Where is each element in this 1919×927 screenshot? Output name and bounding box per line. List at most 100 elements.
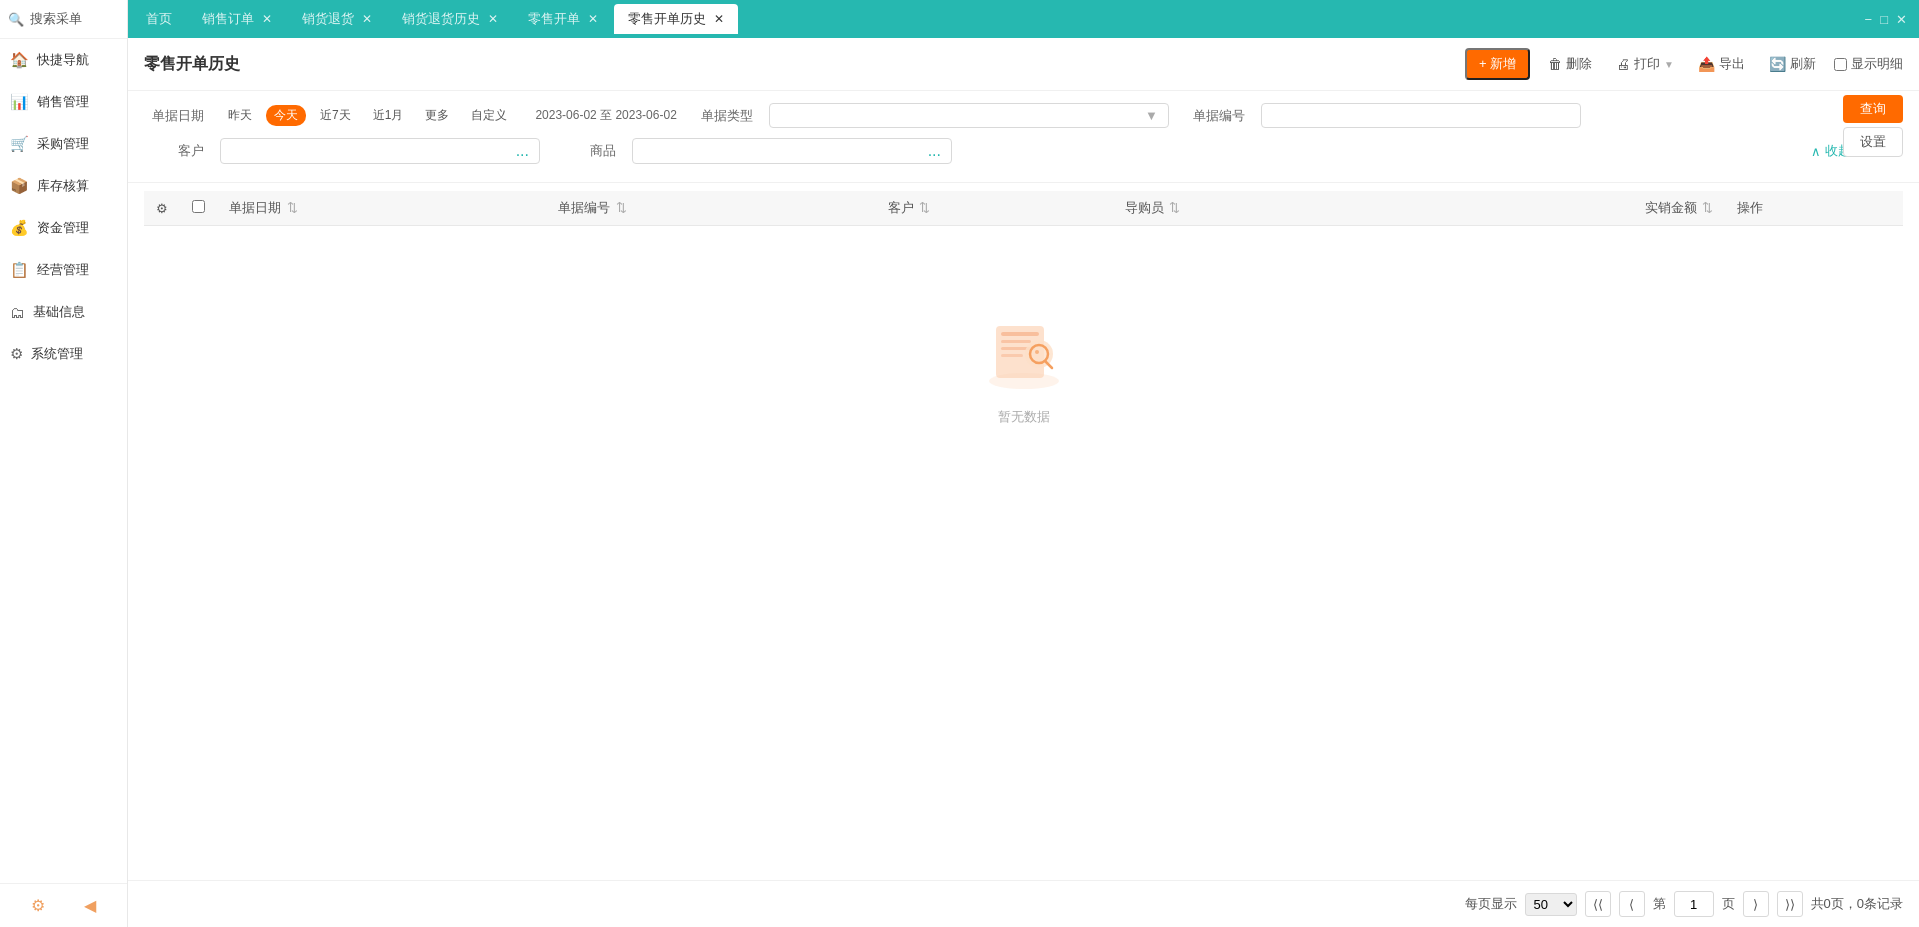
money-icon: 💰 bbox=[10, 219, 29, 237]
collapse-sidebar-icon[interactable]: ◀ bbox=[84, 896, 96, 915]
sidebar-item-system[interactable]: ⚙ 系统管理 bbox=[0, 333, 127, 375]
sidebar-search[interactable]: 🔍 搜索采单 bbox=[0, 0, 127, 39]
delete-icon: 🗑 bbox=[1548, 56, 1562, 72]
collapse-arrow-icon: ∧ bbox=[1811, 144, 1821, 159]
date-options: 昨天 今天 近7天 近1月 更多 自定义 bbox=[220, 105, 515, 126]
sidebar-item-inventory[interactable]: 📦 库存核算 bbox=[0, 165, 127, 207]
doc-number-input-wrap bbox=[1261, 103, 1581, 128]
date-option-more[interactable]: 更多 bbox=[417, 105, 457, 126]
tab-bar: 首页 销售订单 ✕ 销货退货 ✕ 销货退货历史 ✕ 零售开单 ✕ 零售开单历史 … bbox=[128, 0, 1919, 38]
tab-retail-open-history[interactable]: 零售开单历史 ✕ bbox=[614, 4, 738, 34]
total-info: 共0页，0条记录 bbox=[1811, 895, 1903, 913]
print-icon: 🖨 bbox=[1616, 56, 1630, 72]
print-button[interactable]: 🖨 打印 ▼ bbox=[1610, 51, 1680, 77]
window-restore-icon[interactable]: □ bbox=[1880, 12, 1888, 27]
tab-sales-return[interactable]: 销货退货 ✕ bbox=[288, 4, 386, 34]
search-icon: 🔍 bbox=[8, 12, 24, 27]
doc-type-arrow-icon: ▼ bbox=[1145, 108, 1158, 123]
goods-label: 商品 bbox=[556, 142, 616, 160]
goods-input[interactable] bbox=[643, 144, 928, 159]
current-page-input[interactable] bbox=[1674, 891, 1714, 917]
show-detail-checkbox[interactable]: 显示明细 bbox=[1834, 55, 1903, 73]
svg-rect-5 bbox=[1001, 354, 1023, 357]
doc-number-input[interactable] bbox=[1272, 108, 1570, 123]
first-page-btn[interactable]: ⟨⟨ bbox=[1585, 891, 1611, 917]
table-cb-col bbox=[180, 191, 217, 226]
tab-retail-open-close[interactable]: ✕ bbox=[588, 12, 598, 26]
toolbar: + 新增 🗑 删除 🖨 打印 ▼ 📤 导出 🔄 刷新 bbox=[1465, 48, 1903, 80]
filter-area: 单据日期 昨天 今天 近7天 近1月 更多 自定义 2023-06-02 至 2… bbox=[128, 91, 1919, 183]
query-button[interactable]: 查询 bbox=[1843, 95, 1903, 123]
window-close-icon[interactable]: ✕ bbox=[1896, 12, 1907, 27]
box-icon: 📦 bbox=[10, 177, 29, 195]
sidebar-item-quick-nav[interactable]: 🏠 快捷导航 bbox=[0, 39, 127, 81]
sidebar-search-label: 搜索采单 bbox=[30, 10, 82, 28]
date-option-custom[interactable]: 自定义 bbox=[463, 105, 515, 126]
empty-text: 暂无数据 bbox=[998, 408, 1050, 426]
page-label-before: 第 bbox=[1653, 895, 1666, 913]
doc-type-dropdown[interactable]: ▼ bbox=[769, 103, 1169, 128]
customer-input[interactable] bbox=[231, 144, 516, 159]
next-page-btn[interactable]: ⟩ bbox=[1743, 891, 1769, 917]
goods-ellipsis-btn[interactable]: ... bbox=[928, 143, 941, 159]
pagination: 每页显示 50 10 20 100 ⟨⟨ ⟨ 第 页 ⟩ ⟩⟩ 共0页，0条记录 bbox=[128, 880, 1919, 927]
filter-row-1: 单据日期 昨天 今天 近7天 近1月 更多 自定义 2023-06-02 至 2… bbox=[144, 103, 1903, 128]
sidebar-item-sales-mgmt[interactable]: 📊 销售管理 bbox=[0, 81, 127, 123]
date-option-today[interactable]: 今天 bbox=[266, 105, 306, 126]
date-option-yesterday[interactable]: 昨天 bbox=[220, 105, 260, 126]
delete-button[interactable]: 🗑 删除 bbox=[1542, 51, 1598, 77]
chart-icon: 📊 bbox=[10, 93, 29, 111]
col-amount[interactable]: 实销金额 ⇅ bbox=[1396, 191, 1725, 226]
tab-sales-order[interactable]: 销售订单 ✕ bbox=[188, 4, 286, 34]
last-page-btn[interactable]: ⟩⟩ bbox=[1777, 891, 1803, 917]
settings-bottom-icon[interactable]: ⚙ bbox=[31, 896, 45, 915]
export-label: 导出 bbox=[1719, 55, 1745, 73]
empty-illustration bbox=[974, 306, 1074, 396]
select-all-checkbox[interactable] bbox=[192, 200, 205, 213]
sidebar-item-purchase-mgmt[interactable]: 🛒 采购管理 bbox=[0, 123, 127, 165]
col-number[interactable]: 单据编号 ⇅ bbox=[546, 191, 875, 226]
delete-label: 删除 bbox=[1566, 55, 1592, 73]
date-option-1month[interactable]: 近1月 bbox=[365, 105, 412, 126]
sidebar-item-label: 基础信息 bbox=[33, 303, 85, 321]
tab-retail-open[interactable]: 零售开单 ✕ bbox=[514, 4, 612, 34]
export-icon: 📤 bbox=[1698, 56, 1715, 72]
settings-button[interactable]: 设置 bbox=[1843, 127, 1903, 157]
table-head: ⚙ 单据日期 ⇅ 单据编号 ⇅ 客户 bbox=[144, 191, 1903, 226]
prev-page-btn[interactable]: ⟨ bbox=[1619, 891, 1645, 917]
sidebar-bottom: ⚙ ◀ bbox=[0, 883, 127, 927]
col-date[interactable]: 单据日期 ⇅ bbox=[217, 191, 546, 226]
col-guide[interactable]: 导购员 ⇅ bbox=[1113, 191, 1396, 226]
window-minimize-icon[interactable]: − bbox=[1865, 12, 1873, 27]
customer-ellipsis-btn[interactable]: ... bbox=[516, 143, 529, 159]
sidebar-item-operations[interactable]: 📋 经营管理 bbox=[0, 249, 127, 291]
svg-rect-2 bbox=[1001, 332, 1039, 336]
table-settings-col[interactable]: ⚙ bbox=[144, 191, 180, 226]
date-filter-label: 单据日期 bbox=[144, 107, 204, 125]
filter-row-2: 客户 ... 商品 ... ∧ 收起更多条件 bbox=[144, 138, 1903, 164]
tab-home[interactable]: 首页 bbox=[132, 4, 186, 34]
tab-sales-return-close[interactable]: ✕ bbox=[362, 12, 372, 26]
customer-input-wrap: ... bbox=[220, 138, 540, 164]
sidebar-item-finance[interactable]: 💰 资金管理 bbox=[0, 207, 127, 249]
svg-rect-3 bbox=[1001, 340, 1031, 343]
goods-input-wrap: ... bbox=[632, 138, 952, 164]
show-detail-label: 显示明细 bbox=[1851, 55, 1903, 73]
new-button[interactable]: + 新增 bbox=[1465, 48, 1530, 80]
tab-retail-open-label: 零售开单 bbox=[528, 10, 580, 28]
show-detail-input[interactable] bbox=[1834, 58, 1847, 71]
refresh-label: 刷新 bbox=[1790, 55, 1816, 73]
sidebar-item-basic-info[interactable]: 🗂 基础信息 bbox=[0, 291, 127, 333]
col-customer[interactable]: 客户 ⇅ bbox=[876, 191, 1113, 226]
tab-sales-return-history[interactable]: 销货退货历史 ✕ bbox=[388, 4, 512, 34]
sidebar-item-label: 系统管理 bbox=[31, 345, 83, 363]
tab-retail-open-history-close[interactable]: ✕ bbox=[714, 12, 724, 26]
per-page-select[interactable]: 50 10 20 100 bbox=[1525, 893, 1577, 916]
tab-sales-order-close[interactable]: ✕ bbox=[262, 12, 272, 26]
tab-home-label: 首页 bbox=[146, 10, 172, 28]
date-option-7days[interactable]: 近7天 bbox=[312, 105, 359, 126]
export-button[interactable]: 📤 导出 bbox=[1692, 51, 1751, 77]
sidebar-item-label: 库存核算 bbox=[37, 177, 89, 195]
tab-sales-return-history-close[interactable]: ✕ bbox=[488, 12, 498, 26]
refresh-button[interactable]: 🔄 刷新 bbox=[1763, 51, 1822, 77]
